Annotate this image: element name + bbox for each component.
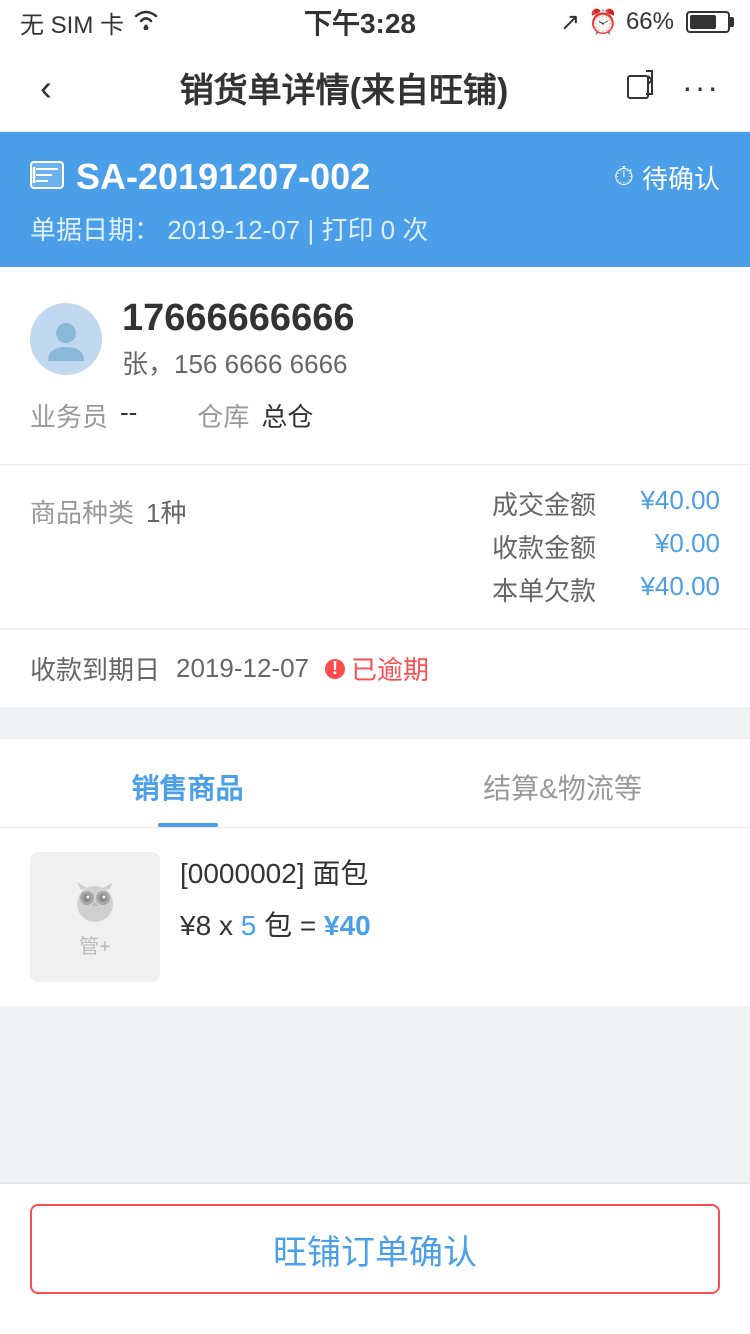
- overdue-text: 已逾期: [351, 650, 429, 687]
- confirm-order-button[interactable]: 旺铺订单确认: [30, 1204, 720, 1294]
- overdue-badge: ! 已逾期: [325, 650, 429, 687]
- wifi-icon: [132, 8, 160, 37]
- due-date-section: 收款到期日 2019-12-07 ! 已逾期: [0, 629, 750, 707]
- content-spacer: [0, 1006, 750, 1186]
- brand-plus-label: 管+: [79, 930, 111, 959]
- main-divider: [0, 723, 750, 739]
- product-type-label: 商品种类: [30, 493, 134, 530]
- product-name: [0000002] 面包: [180, 852, 720, 892]
- product-code: [0000002]: [180, 858, 305, 889]
- deal-amount-label: 成交金额: [476, 485, 596, 522]
- customer-info: 17666666666 张，156 6666 6666: [122, 297, 354, 381]
- order-id: SA-20191207-002: [30, 156, 370, 198]
- owed-amount-value: ¥40.00: [620, 571, 720, 608]
- multiply-sign: x: [219, 910, 241, 941]
- customer-avatar: [30, 303, 102, 375]
- product-qty: 5: [241, 910, 257, 941]
- product-thumbnail: 管+: [30, 852, 160, 982]
- location-icon: ↗: [560, 8, 580, 37]
- order-status: ⏱ 待确认: [614, 159, 720, 196]
- tabs-section: 销售商品 结算&物流等: [0, 739, 750, 828]
- page-title: 销货单详情(来自旺铺): [180, 63, 509, 112]
- product-thumb-inner: 管+: [65, 876, 125, 959]
- customer-phone: 17666666666: [122, 297, 354, 340]
- tab-sales-products-label: 销售商品: [131, 773, 243, 804]
- more-button[interactable]: ···: [682, 69, 720, 106]
- bottom-bar: 旺铺订单确认: [0, 1182, 750, 1334]
- product-type: 商品种类 1种: [30, 485, 186, 530]
- tab-settlement-label: 结算&物流等: [483, 773, 642, 804]
- product-total: ¥40: [324, 910, 371, 941]
- print-info: | 打印 0 次: [307, 215, 428, 245]
- warehouse-label: 仓库: [197, 397, 249, 434]
- customer-card: 17666666666 张，156 6666 6666 业务员 -- 仓库 总仓…: [0, 267, 750, 707]
- date-value: 2019-12-07: [167, 215, 300, 245]
- product-type-value: 1种: [146, 493, 186, 530]
- customer-name: 张，156 6666 6666: [122, 344, 354, 381]
- nav-actions: ···: [626, 68, 720, 108]
- product-name-text: 面包: [312, 858, 368, 889]
- owed-amount-row: 本单欠款 ¥40.00: [476, 571, 720, 608]
- alarm-icon: ⏰: [588, 8, 618, 37]
- share-button[interactable]: [626, 68, 658, 108]
- nav-bar: ‹ 销货单详情(来自旺铺) ···: [0, 44, 750, 132]
- owed-amount-label: 本单欠款: [476, 571, 596, 608]
- salesman-label: 业务员: [30, 397, 108, 434]
- status-text: 待确认: [642, 159, 720, 196]
- customer-section: 17666666666 张，156 6666 6666 业务员 -- 仓库 总仓: [0, 267, 750, 464]
- status-clock-icon: ⏱: [614, 161, 634, 193]
- order-id-row: SA-20191207-002 ⏱ 待确认: [30, 156, 720, 198]
- amounts-section: 成交金额 ¥40.00 收款金额 ¥0.00 本单欠款 ¥40.00: [476, 485, 720, 608]
- product-section: 管+ [0000002] 面包 ¥8 x 5 包 = ¥40: [0, 828, 750, 1006]
- deal-amount-value: ¥40.00: [620, 485, 720, 522]
- status-left: 无 SIM 卡: [20, 5, 160, 40]
- due-date-label: 收款到期日: [30, 650, 160, 687]
- carrier-label: 无 SIM 卡: [20, 5, 124, 40]
- order-icon: [30, 156, 64, 198]
- due-date-value: 2019-12-07: [176, 653, 309, 684]
- back-button[interactable]: ‹: [30, 57, 62, 119]
- product-info: [0000002] 面包 ¥8 x 5 包 = ¥40: [180, 852, 720, 944]
- salesman-value: --: [120, 397, 137, 434]
- summary-section: 商品种类 1种 成交金额 ¥40.00 收款金额 ¥0.00 本单欠款 ¥40.…: [0, 465, 750, 628]
- battery-icon: [686, 11, 730, 33]
- product-unit: 包: [264, 910, 292, 941]
- salesman-meta: 业务员 --: [30, 397, 137, 434]
- status-bar: 无 SIM 卡 下午3:28 ↗ ⏰ 66%: [0, 0, 750, 44]
- received-amount-label: 收款金额: [476, 528, 596, 565]
- battery-percent: 66%: [626, 8, 674, 36]
- product-unit-price: ¥8: [180, 910, 211, 941]
- deal-amount-row: 成交金额 ¥40.00: [476, 485, 720, 522]
- warehouse-meta: 仓库 总仓: [197, 397, 313, 434]
- product-item: 管+ [0000002] 面包 ¥8 x 5 包 = ¥40: [30, 852, 720, 982]
- tab-sales-products[interactable]: 销售商品: [0, 739, 375, 827]
- received-amount-row: 收款金额 ¥0.00: [476, 528, 720, 565]
- date-label: 单据日期：: [30, 215, 160, 245]
- equals-sign: =: [300, 910, 324, 941]
- warehouse-value: 总仓: [261, 397, 313, 434]
- product-price: ¥8 x 5 包 = ¥40: [180, 904, 720, 944]
- status-time: 下午3:28: [304, 2, 416, 42]
- tabs-row: 销售商品 结算&物流等: [0, 739, 750, 828]
- received-amount-value: ¥0.00: [620, 528, 720, 565]
- status-right: ↗ ⏰ 66%: [560, 8, 730, 37]
- order-header: SA-20191207-002 ⏱ 待确认 单据日期： 2019-12-07 |…: [0, 132, 750, 267]
- order-date-info: 单据日期： 2019-12-07 | 打印 0 次: [30, 210, 720, 247]
- customer-top: 17666666666 张，156 6666 6666: [30, 297, 720, 381]
- tab-settlement[interactable]: 结算&物流等: [375, 739, 750, 827]
- customer-meta: 业务员 -- 仓库 总仓: [30, 397, 720, 434]
- overdue-icon: !: [325, 659, 345, 679]
- order-id-text: SA-20191207-002: [76, 156, 370, 198]
